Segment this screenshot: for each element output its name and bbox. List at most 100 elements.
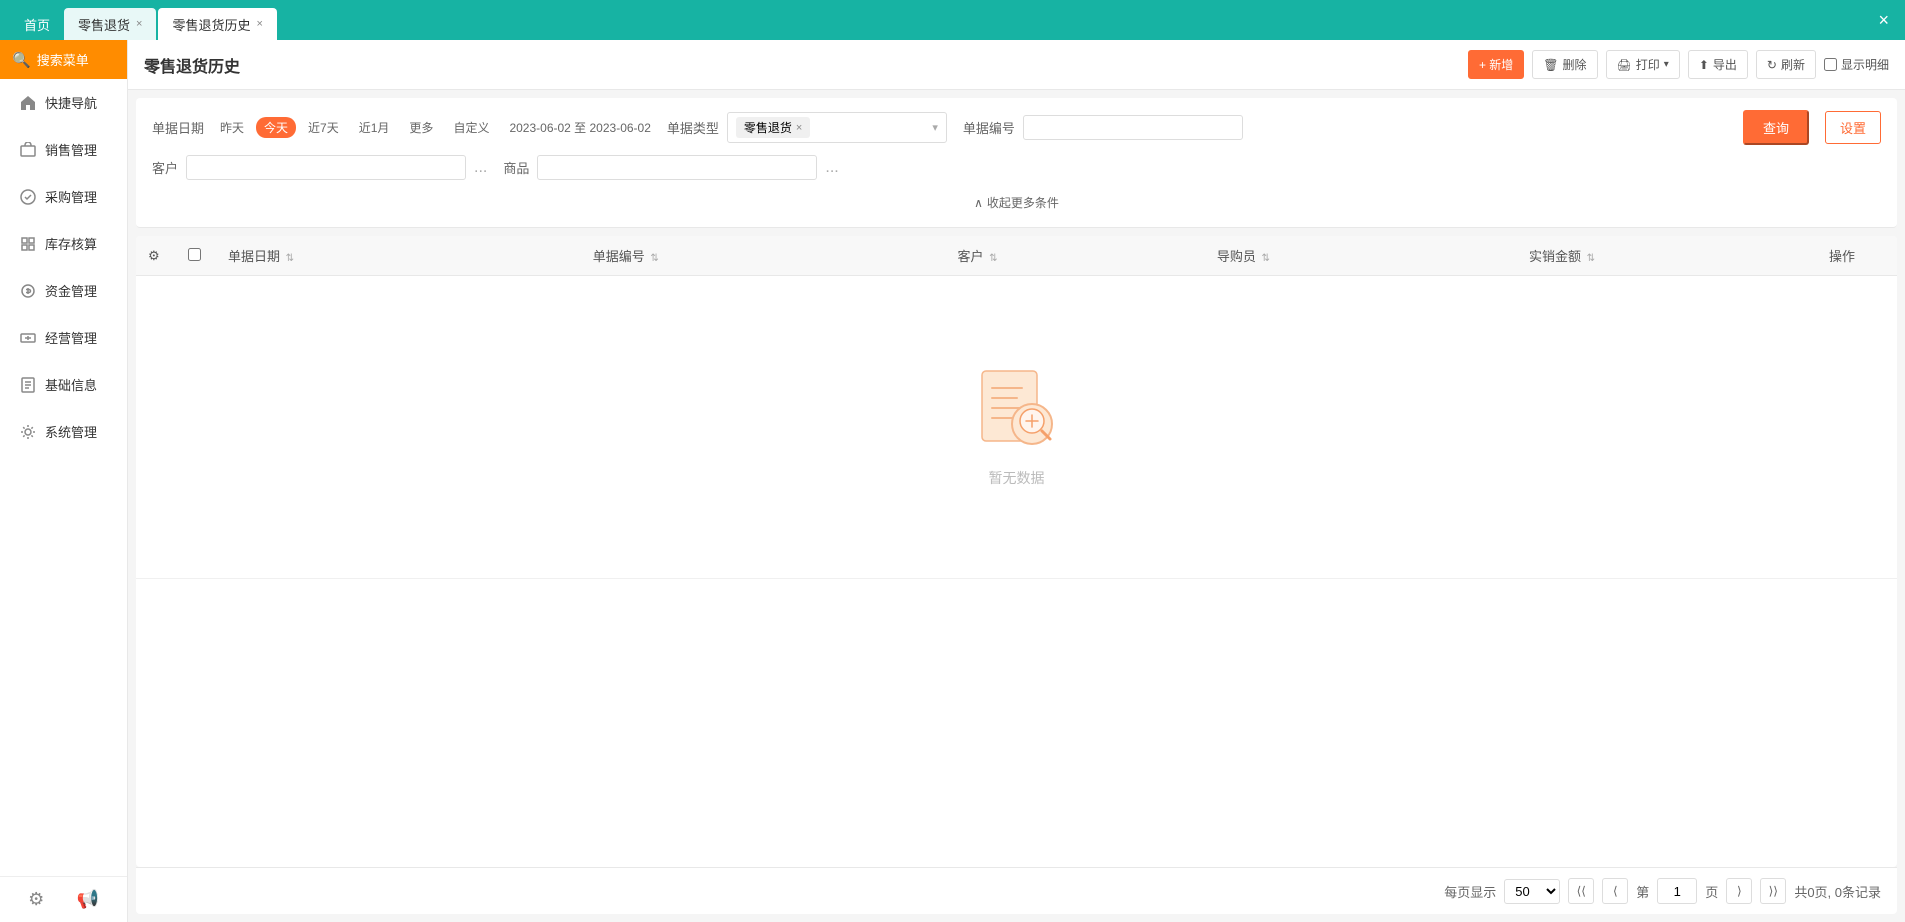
settings-button[interactable]: 设置 — [1825, 111, 1881, 144]
date-btn-custom[interactable]: 自定义 — [445, 117, 497, 138]
sidebar-item-sales-mgmt[interactable]: 销售管理 — [0, 126, 127, 173]
window-close-button[interactable]: × — [1872, 10, 1895, 31]
empty-state: 暂无数据 — [148, 286, 1885, 568]
new-button-label: + 新增 — [1479, 56, 1513, 73]
th-settings[interactable]: ⚙ — [136, 236, 176, 276]
th-checkbox[interactable] — [176, 236, 216, 276]
page-last-button[interactable]: ⟩⟩ — [1760, 878, 1786, 904]
query-button[interactable]: 查询 — [1743, 110, 1809, 145]
doc-no-sort-icon: ⇅ — [650, 253, 658, 264]
speaker-bottom-icon[interactable]: 📢 — [76, 889, 98, 910]
show-detail-checkbox-label[interactable]: 显示明细 — [1824, 56, 1889, 73]
home-icon — [19, 94, 37, 112]
date-btn-yesterday[interactable]: 昨天 — [212, 117, 252, 138]
operations-icon — [19, 329, 37, 347]
date-buttons: 昨天 今天 近7天 近1月 更多 自定义 — [212, 117, 497, 138]
refresh-icon: ↻ — [1767, 58, 1777, 72]
empty-illustration — [972, 366, 1062, 456]
customer-sort-icon: ⇅ — [989, 253, 997, 264]
export-button[interactable]: ⬆ 导出 — [1688, 50, 1748, 79]
th-doc-no-label: 单据编号 — [593, 249, 645, 264]
system-icon — [19, 423, 37, 441]
date-btn-1month[interactable]: 近1月 — [351, 117, 398, 138]
date-btn-today[interactable]: 今天 — [256, 117, 296, 138]
sidebar-item-finance-label: 资金管理 — [45, 281, 97, 300]
sidebar-item-system[interactable]: 系统管理 — [0, 408, 127, 455]
guide-sort-icon: ⇅ — [1262, 253, 1270, 264]
sidebar-item-finance[interactable]: 资金管理 — [0, 267, 127, 314]
date-btn-more[interactable]: 更多 — [401, 117, 441, 138]
sidebar-item-purchase-label: 采购管理 — [45, 187, 97, 206]
th-doc-date[interactable]: 单据日期 ⇅ — [216, 236, 581, 276]
th-amount[interactable]: 实销金额 ⇅ — [1517, 236, 1817, 276]
trash-icon: 🗑 — [1543, 58, 1558, 72]
th-guide[interactable]: 导购员 ⇅ — [1205, 236, 1517, 276]
page-first-button[interactable]: ⟨⟨ — [1568, 878, 1594, 904]
doc-type-tag-close[interactable]: × — [796, 122, 802, 134]
sidebar-item-quick-nav[interactable]: 快捷导航 — [0, 79, 127, 126]
page-actions: + 新增 🗑 删除 🖨 打印 ▾ ⬆ 导出 ↻ 刷新 — [1468, 50, 1889, 79]
table-body: 暂无数据 — [136, 276, 1897, 579]
export-button-label: 导出 — [1713, 56, 1737, 73]
per-page-label: 每页显示 — [1444, 882, 1496, 901]
collapse-label: 收起更多条件 — [987, 194, 1059, 211]
filter-row-2: 客户 ... 商品 ... — [152, 155, 1881, 180]
goods-dots[interactable]: ... — [825, 159, 838, 177]
page-next-button[interactable]: ⟩ — [1726, 878, 1752, 904]
export-icon: ⬆ — [1699, 58, 1709, 72]
amount-sort-icon: ⇅ — [1587, 253, 1595, 264]
doc-no-label: 单据编号 — [963, 118, 1015, 137]
doc-type-tag-text: 零售退货 — [744, 119, 792, 136]
customer-label: 客户 — [152, 158, 178, 177]
finance-icon — [19, 282, 37, 300]
top-bar-right: × — [1872, 10, 1895, 31]
show-detail-checkbox[interactable] — [1824, 58, 1837, 71]
per-page-select[interactable]: 50 10 20 100 — [1504, 879, 1560, 904]
date-btn-7days[interactable]: 近7天 — [300, 117, 347, 138]
new-button[interactable]: + 新增 — [1468, 50, 1524, 79]
filter-row-1: 单据日期 昨天 今天 近7天 近1月 更多 自定义 2023-06-02 至 2… — [152, 110, 1881, 145]
print-button[interactable]: 🖨 打印 ▾ — [1606, 50, 1680, 79]
th-actions-label: 操作 — [1829, 249, 1855, 264]
doc-no-input[interactable] — [1023, 115, 1243, 140]
goods-label: 商品 — [503, 158, 529, 177]
page-prev-button[interactable]: ⟨ — [1602, 878, 1628, 904]
th-customer[interactable]: 客户 ⇅ — [946, 236, 1205, 276]
doc-type-select[interactable]: 零售退货 × ▾ — [727, 112, 947, 143]
tab-retail-return[interactable]: 零售退货 × — [64, 8, 156, 40]
delete-button[interactable]: 🗑 删除 — [1532, 50, 1597, 79]
tab-list: 首页 零售退货 × 零售退货历史 × — [10, 0, 1872, 40]
th-doc-no[interactable]: 单据编号 ⇅ — [581, 236, 946, 276]
goods-input[interactable] — [537, 155, 817, 180]
refresh-button[interactable]: ↻ 刷新 — [1756, 50, 1816, 79]
tab-retail-return-history[interactable]: 零售退货历史 × — [158, 8, 276, 40]
print-chevron-icon: ▾ — [1664, 59, 1669, 70]
page-number-input[interactable] — [1657, 878, 1697, 904]
date-filter-label: 单据日期 — [152, 118, 204, 137]
sidebar-item-inventory[interactable]: 库存核算 — [0, 220, 127, 267]
customer-input[interactable] — [186, 155, 466, 180]
tab-retail-return-label: 零售退货 — [78, 15, 130, 34]
collapse-button[interactable]: ∧ 收起更多条件 — [962, 190, 1071, 215]
page-header: 零售退货历史 + 新增 🗑 删除 🖨 打印 ▾ ⬆ 导出 — [128, 40, 1905, 90]
sidebar-search[interactable]: 🔍 搜索菜单 — [0, 40, 127, 79]
tab-home[interactable]: 首页 — [10, 8, 64, 40]
sidebar-item-basic-info[interactable]: 基础信息 — [0, 361, 127, 408]
settings-bottom-icon[interactable]: ⚙ — [28, 889, 44, 910]
tab-retail-return-history-close[interactable]: × — [256, 18, 262, 30]
customer-dots[interactable]: ... — [474, 159, 487, 177]
customer-filter: 客户 ... — [152, 155, 487, 180]
doc-date-sort-icon: ⇅ — [286, 253, 294, 264]
filter-settings-btn-wrapper: 设置 — [1825, 111, 1881, 144]
top-bar: 首页 零售退货 × 零售退货历史 × × — [0, 0, 1905, 40]
search-icon: 🔍 — [12, 51, 31, 69]
select-all-checkbox[interactable] — [188, 248, 201, 261]
th-amount-label: 实销金额 — [1529, 249, 1581, 264]
filter-action-buttons: 查询 — [1743, 110, 1809, 145]
table-settings-icon[interactable]: ⚙ — [148, 248, 160, 263]
tab-retail-return-close[interactable]: × — [136, 18, 142, 30]
doc-type-filter: 单据类型 零售退货 × ▾ — [667, 112, 947, 143]
sidebar-item-operations[interactable]: 经营管理 — [0, 314, 127, 361]
sidebar-item-purchase-mgmt[interactable]: 采购管理 — [0, 173, 127, 220]
empty-cell: 暂无数据 — [136, 276, 1897, 579]
